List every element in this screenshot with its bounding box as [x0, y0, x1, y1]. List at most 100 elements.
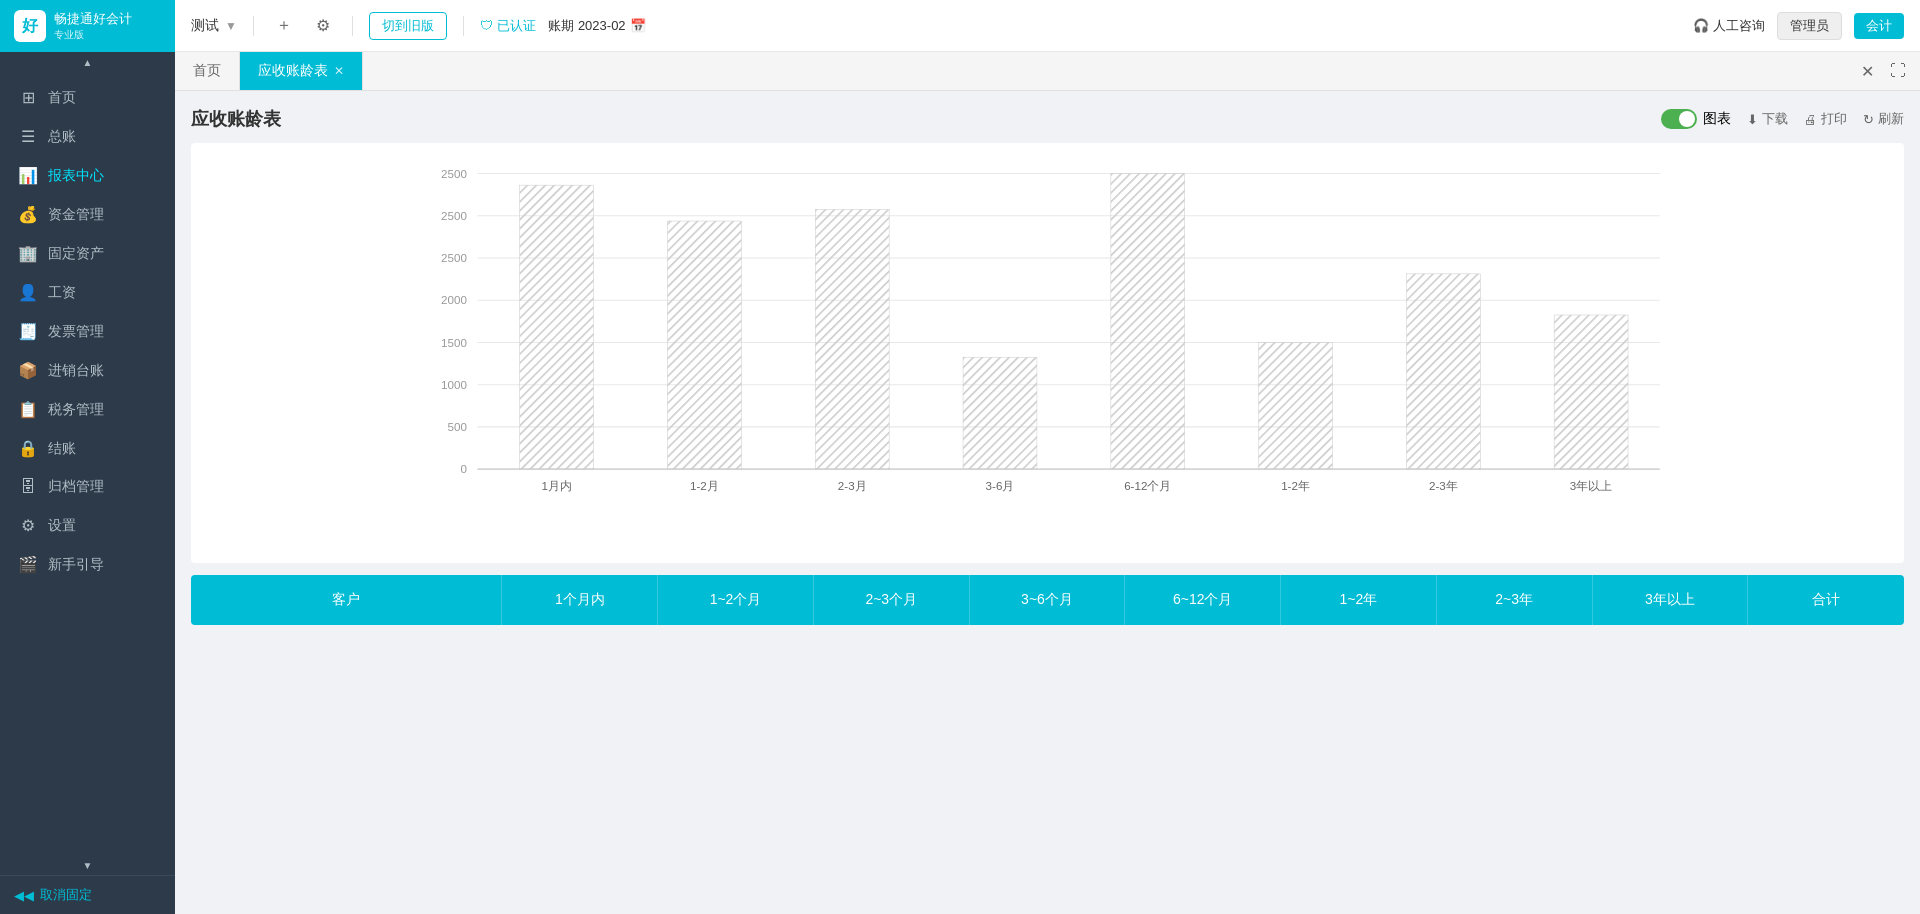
- cancel-fixed-btn[interactable]: ◀◀ 取消固定: [0, 875, 175, 914]
- consult-btn[interactable]: 🎧 人工咨询: [1693, 17, 1765, 35]
- expand-tab-btn[interactable]: ⛶: [1886, 60, 1910, 83]
- sidebar-item-label: 设置: [48, 517, 76, 535]
- switch-old-version-btn[interactable]: 切到旧版: [369, 12, 447, 40]
- chart-wrapper: 2500 2500 2500 2000 1500 1000 500 0: [221, 163, 1874, 543]
- topbar-right: 🎧 人工咨询 管理员 会计: [1693, 12, 1904, 40]
- chart-label: 图表: [1703, 110, 1731, 128]
- logo-text: 畅捷通好会计 专业版: [54, 11, 132, 41]
- bar-1-2月: [668, 221, 742, 469]
- sidebar-item-label: 进销台账: [48, 362, 104, 380]
- sidebar-item-funds[interactable]: 💰 资金管理: [0, 195, 175, 234]
- chart-toggle[interactable]: 图表: [1661, 109, 1731, 129]
- svg-text:3-6月: 3-6月: [986, 479, 1015, 492]
- tab-label: 应收账龄表: [258, 62, 328, 80]
- main-area: 测试 ▼ ＋ ⚙ 切到旧版 🛡 已认证 账期 2023-02 📅 🎧 人工咨询 …: [175, 0, 1920, 914]
- sidebar-item-closing[interactable]: 🔒 结账: [0, 429, 175, 468]
- headset-icon: 🎧: [1693, 18, 1709, 33]
- settings-icon: ⚙: [18, 516, 38, 535]
- refresh-btn[interactable]: ↻ 刷新: [1863, 110, 1904, 128]
- calendar-icon[interactable]: 📅: [630, 18, 646, 33]
- app-name: 畅捷通好会计: [54, 11, 132, 28]
- bar-1月内: [520, 185, 594, 469]
- sidebar-item-label: 固定资产: [48, 245, 104, 263]
- tab-close-icon[interactable]: ✕: [334, 64, 344, 78]
- svg-text:1月内: 1月内: [541, 479, 571, 492]
- svg-text:3年以上: 3年以上: [1570, 479, 1612, 492]
- tax-icon: 📋: [18, 400, 38, 419]
- topbar: 测试 ▼ ＋ ⚙ 切到旧版 🛡 已认证 账期 2023-02 📅 🎧 人工咨询 …: [175, 0, 1920, 52]
- svg-text:2000: 2000: [441, 293, 467, 306]
- sidebar-item-home[interactable]: ⊞ 首页: [0, 78, 175, 117]
- tab-label: 首页: [193, 62, 221, 80]
- close-tab-btn[interactable]: ✕: [1857, 60, 1878, 83]
- inventory-icon: 📦: [18, 361, 38, 380]
- period-info: 账期 2023-02 📅: [548, 17, 646, 35]
- role-btn[interactable]: 会计: [1854, 13, 1904, 39]
- toggle-track[interactable]: [1661, 109, 1697, 129]
- download-icon: ⬇: [1747, 112, 1758, 127]
- table-container: 客户 1个月内 1~2个月 2~3个月 3~6个月 6~12个月 1~2年 2~…: [191, 575, 1904, 625]
- col-6-12month: 6~12个月: [1125, 575, 1281, 625]
- consult-label: 人工咨询: [1713, 17, 1765, 35]
- sidebar-logo: 好 畅捷通好会计 专业版: [0, 0, 175, 52]
- sidebar: 好 畅捷通好会计 专业版 ▲ ⊞ 首页 ☰ 总账 📊 报表中心 💰 资金管理 🏢…: [0, 0, 175, 914]
- sidebar-item-assets[interactable]: 🏢 固定资产: [0, 234, 175, 273]
- sidebar-item-label: 结账: [48, 440, 76, 458]
- col-3-6month: 3~6个月: [970, 575, 1126, 625]
- chart-container: 2500 2500 2500 2000 1500 1000 500 0: [191, 143, 1904, 563]
- sidebar-item-payroll[interactable]: 👤 工资: [0, 273, 175, 312]
- scroll-up-btn[interactable]: ▲: [0, 52, 175, 72]
- sidebar-item-tax[interactable]: 📋 税务管理: [0, 390, 175, 429]
- user-btn[interactable]: 管理员: [1777, 12, 1842, 40]
- archive-icon: 🗄: [18, 478, 38, 496]
- tab-aging-report[interactable]: 应收账龄表 ✕: [240, 52, 363, 90]
- sidebar-item-label: 资金管理: [48, 206, 104, 224]
- report-header: 应收账龄表 图表 ⬇ 下载 🖨 打印: [191, 107, 1904, 131]
- add-btn[interactable]: ＋: [270, 11, 298, 40]
- col-customer: 客户: [191, 575, 502, 625]
- sidebar-item-label: 税务管理: [48, 401, 104, 419]
- sidebar-item-reports[interactable]: 📊 报表中心: [0, 156, 175, 195]
- sidebar-item-ledger[interactable]: ☰ 总账: [0, 117, 175, 156]
- tab-home[interactable]: 首页: [175, 52, 240, 90]
- topbar-divider-2: [352, 16, 353, 36]
- period-label: 账期: [548, 17, 574, 35]
- col-3year-plus: 3年以上: [1593, 575, 1749, 625]
- workspace-name: 测试: [191, 17, 219, 35]
- workspace-selector[interactable]: 测试 ▼: [191, 17, 237, 35]
- sidebar-item-inventory[interactable]: 📦 进销台账: [0, 351, 175, 390]
- sidebar-item-label: 总账: [48, 128, 76, 146]
- shield-icon: 🛡: [480, 18, 493, 33]
- col-1-2month: 1~2个月: [658, 575, 814, 625]
- period-value: 2023-02: [578, 18, 626, 33]
- svg-text:0: 0: [460, 462, 466, 475]
- scroll-down-btn[interactable]: ▼: [0, 855, 175, 875]
- sidebar-item-invoice[interactable]: 🧾 发票管理: [0, 312, 175, 351]
- svg-text:2500: 2500: [441, 167, 467, 180]
- svg-text:1500: 1500: [441, 336, 467, 349]
- report-title: 应收账龄表: [191, 107, 281, 131]
- assets-icon: 🏢: [18, 244, 38, 263]
- bar-2-3月: [815, 209, 889, 469]
- sidebar-item-label: 归档管理: [48, 478, 104, 496]
- sidebar-item-settings[interactable]: ⚙ 设置: [0, 506, 175, 545]
- page-content: 应收账龄表 图表 ⬇ 下载 🖨 打印: [175, 91, 1920, 914]
- reports-icon: 📊: [18, 166, 38, 185]
- print-label: 打印: [1821, 110, 1847, 128]
- invoice-icon: 🧾: [18, 322, 38, 341]
- logo-icon: 好: [14, 10, 46, 42]
- download-btn[interactable]: ⬇ 下载: [1747, 110, 1788, 128]
- col-2-3month: 2~3个月: [814, 575, 970, 625]
- bar-3-6月: [963, 357, 1037, 469]
- bar-1-2年: [1259, 342, 1333, 469]
- workspace-chevron-icon: ▼: [225, 19, 237, 33]
- bar-6-12个月: [1111, 174, 1185, 470]
- sidebar-item-label: 新手引导: [48, 556, 104, 574]
- print-btn[interactable]: 🖨 打印: [1804, 110, 1847, 128]
- sidebar-item-tutorial[interactable]: 🎬 新手引导: [0, 545, 175, 584]
- col-total: 合计: [1748, 575, 1904, 625]
- pin-icon: ◀◀: [14, 888, 34, 903]
- sidebar-item-archive[interactable]: 🗄 归档管理: [0, 468, 175, 506]
- settings-btn[interactable]: ⚙: [310, 12, 336, 39]
- refresh-label: 刷新: [1878, 110, 1904, 128]
